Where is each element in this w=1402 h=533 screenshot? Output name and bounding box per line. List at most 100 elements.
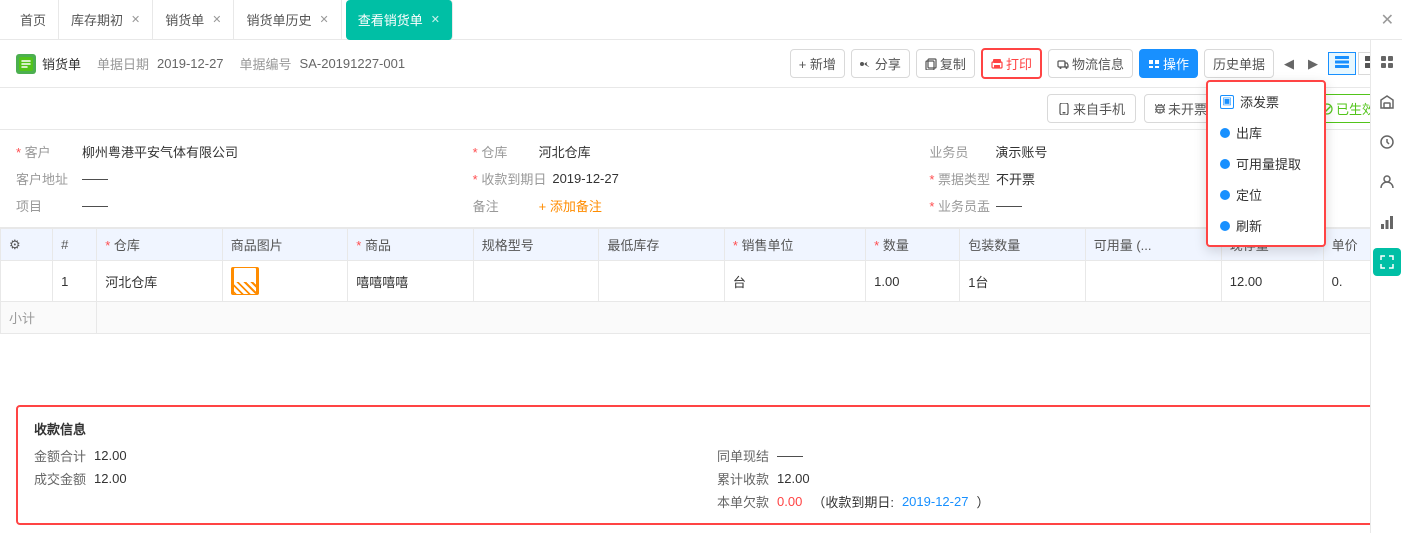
arrears-note: （收款到期日: xyxy=(812,492,894,511)
total-value: 12.00 xyxy=(94,448,127,463)
available-qty-icon xyxy=(1220,159,1230,169)
salesman-label: 业务员盂 xyxy=(929,196,990,215)
col-img: 商品图片 xyxy=(222,229,348,261)
product-image xyxy=(231,267,259,295)
close-icon[interactable]: ✕ xyxy=(131,13,140,26)
close-icon[interactable]: ✕ xyxy=(431,13,440,26)
right-icon-2[interactable] xyxy=(1373,88,1401,116)
col-available: 可用量 (... xyxy=(1085,229,1221,261)
cell-qty: 1.00 xyxy=(866,261,960,302)
add-note-button[interactable]: + 添加备注 xyxy=(539,196,602,215)
col-settings[interactable]: ⚙ xyxy=(1,229,53,261)
toolbar-right: + 新增 分享 复制 打印 物流信息 操作 历 xyxy=(790,48,1386,79)
add-invoice-icon: ▣ xyxy=(1220,95,1234,109)
address-value: —— xyxy=(82,171,108,186)
subtotal-row: 小计 xyxy=(1,302,1402,334)
tab-bar: 首页 库存期初 ✕ 销货单 ✕ 销货单历史 ✕ 查看销货单 ✕ ✕ xyxy=(0,0,1402,40)
col-warehouse: 仓库 xyxy=(97,229,223,261)
phone-button[interactable]: 来自手机 xyxy=(1047,94,1136,123)
doc-meta-no: 单据编号 SA-20191227-001 xyxy=(240,54,406,73)
doc-title: 销货单 xyxy=(16,54,81,74)
cell-img xyxy=(222,261,348,302)
dropdown-item-refresh[interactable]: 刷新 xyxy=(1208,210,1324,241)
col-seq: # xyxy=(53,229,97,261)
col-pkg-qty: 包装数量 xyxy=(960,229,1086,261)
dropdown-item-add-invoice[interactable]: ▣ 添发票 xyxy=(1208,86,1324,117)
form-due-date: 收款到期日 2019-12-27 xyxy=(473,169,930,188)
copy-button[interactable]: 复制 xyxy=(916,49,975,78)
tab-view-sales[interactable]: 查看销货单 ✕ xyxy=(346,0,453,40)
close-window-button[interactable]: ✕ xyxy=(1381,10,1394,30)
arrears-label: 本单欠款 xyxy=(717,492,769,511)
table-row: 1 河北仓库 嘻嘻嘻嘻 台 1.00 1台 xyxy=(1,261,1402,302)
nav-prev-icon[interactable]: ◀ xyxy=(1280,54,1298,74)
print-button[interactable]: 打印 xyxy=(981,48,1042,79)
cell-stock: 12.00 xyxy=(1221,261,1323,302)
dropdown-item-warehouse-out[interactable]: 出库 xyxy=(1208,117,1324,148)
cell-unit: 台 xyxy=(724,261,865,302)
total-label: 金额合计 xyxy=(34,446,86,465)
right-icon-expand[interactable] xyxy=(1373,248,1401,276)
due-date-label: 收款到期日 xyxy=(473,169,547,188)
right-icon-1[interactable] xyxy=(1373,48,1401,76)
doc-title-text: 销货单 xyxy=(42,54,81,73)
due-date-value: 2019-12-27 xyxy=(552,171,619,186)
tab-sales-order[interactable]: 销货单 ✕ xyxy=(153,0,234,40)
dropdown-item-available-qty[interactable]: 可用量提取 xyxy=(1208,148,1324,179)
total-row: 金额合计 12.00 xyxy=(34,446,685,465)
history-button[interactable]: 历史单据 xyxy=(1204,49,1274,78)
doc-header: 销货单 单据日期 2019-12-27 单据编号 SA-20191227-001… xyxy=(0,40,1402,88)
form-area: 客户 柳州粤港平安气体有限公司 仓库 河北仓库 业务员 演示账号 客户地址 ——… xyxy=(0,130,1402,228)
ticket-label: 票据类型 xyxy=(929,169,990,188)
customer-value: 柳州粤港平安气体有限公司 xyxy=(82,142,238,161)
payment-title: 收款信息 xyxy=(34,419,1368,438)
svg-text:票: 票 xyxy=(1155,104,1165,114)
form-warehouse: 仓库 河北仓库 xyxy=(473,142,930,161)
view-table-button[interactable] xyxy=(1328,52,1356,75)
right-icon-5[interactable] xyxy=(1373,208,1401,236)
share-button[interactable]: 分享 xyxy=(851,49,910,78)
accumulated-value: 12.00 xyxy=(777,471,810,486)
logistics-button[interactable]: 物流信息 xyxy=(1048,49,1133,78)
arrears-date: 2019-12-27 xyxy=(902,494,969,509)
tab-sales-history[interactable]: 销货单历史 ✕ xyxy=(234,0,341,40)
tab-home[interactable]: 首页 xyxy=(8,0,59,40)
same-order-value: —— xyxy=(777,448,803,463)
cell-spec xyxy=(473,261,599,302)
tab-inventory-init[interactable]: 库存期初 ✕ xyxy=(59,0,153,40)
transaction-value: 12.00 xyxy=(94,471,127,486)
table-area: ⚙ # 仓库 商品图片 商品 规格型号 最低库存 销售单位 数量 包装数量 可用… xyxy=(0,228,1402,397)
right-icon-4[interactable] xyxy=(1373,168,1401,196)
close-icon[interactable]: ✕ xyxy=(212,13,221,26)
doc-meta-date: 单据日期 2019-12-27 xyxy=(97,54,224,73)
accumulated-label: 累计收款 xyxy=(717,469,769,488)
same-order-label: 同单现结 xyxy=(717,446,769,465)
salesman-value: —— xyxy=(996,198,1022,213)
warehouse-out-icon xyxy=(1220,128,1230,138)
cell-min-stock xyxy=(599,261,725,302)
cell-available xyxy=(1085,261,1221,302)
main-content: 销货单 单据日期 2019-12-27 单据编号 SA-20191227-001… xyxy=(0,40,1402,533)
locate-icon xyxy=(1220,190,1230,200)
nav-next-icon[interactable]: ▶ xyxy=(1304,54,1322,74)
project-value: —— xyxy=(82,198,108,213)
col-qty: 数量 xyxy=(866,229,960,261)
form-note: 备注 + 添加备注 xyxy=(473,196,930,215)
customer-label: 客户 xyxy=(16,142,76,161)
right-panel xyxy=(1370,40,1402,533)
cell-pkg-qty: 1台 xyxy=(960,261,1086,302)
dropdown-item-locate[interactable]: 定位 xyxy=(1208,179,1324,210)
form-project: 项目 —— xyxy=(16,196,473,215)
right-icon-3[interactable] xyxy=(1373,128,1401,156)
form-address: 客户地址 —— xyxy=(16,169,473,188)
payment-grid: 金额合计 12.00 同单现结 —— 成交金额 12.00 累计收款 12.00… xyxy=(34,446,1368,511)
cell-warehouse: 河北仓库 xyxy=(97,261,223,302)
note-label: 备注 xyxy=(473,196,533,215)
cell-product: 嘻嘻嘻嘻 xyxy=(348,261,474,302)
new-button[interactable]: + 新增 xyxy=(790,49,845,78)
ops-button[interactable]: 操作 xyxy=(1139,49,1198,78)
col-spec: 规格型号 xyxy=(473,229,599,261)
close-icon[interactable]: ✕ xyxy=(320,13,329,26)
arrears-value: 0.00 xyxy=(777,494,802,509)
warehouse-label: 仓库 xyxy=(473,142,533,161)
